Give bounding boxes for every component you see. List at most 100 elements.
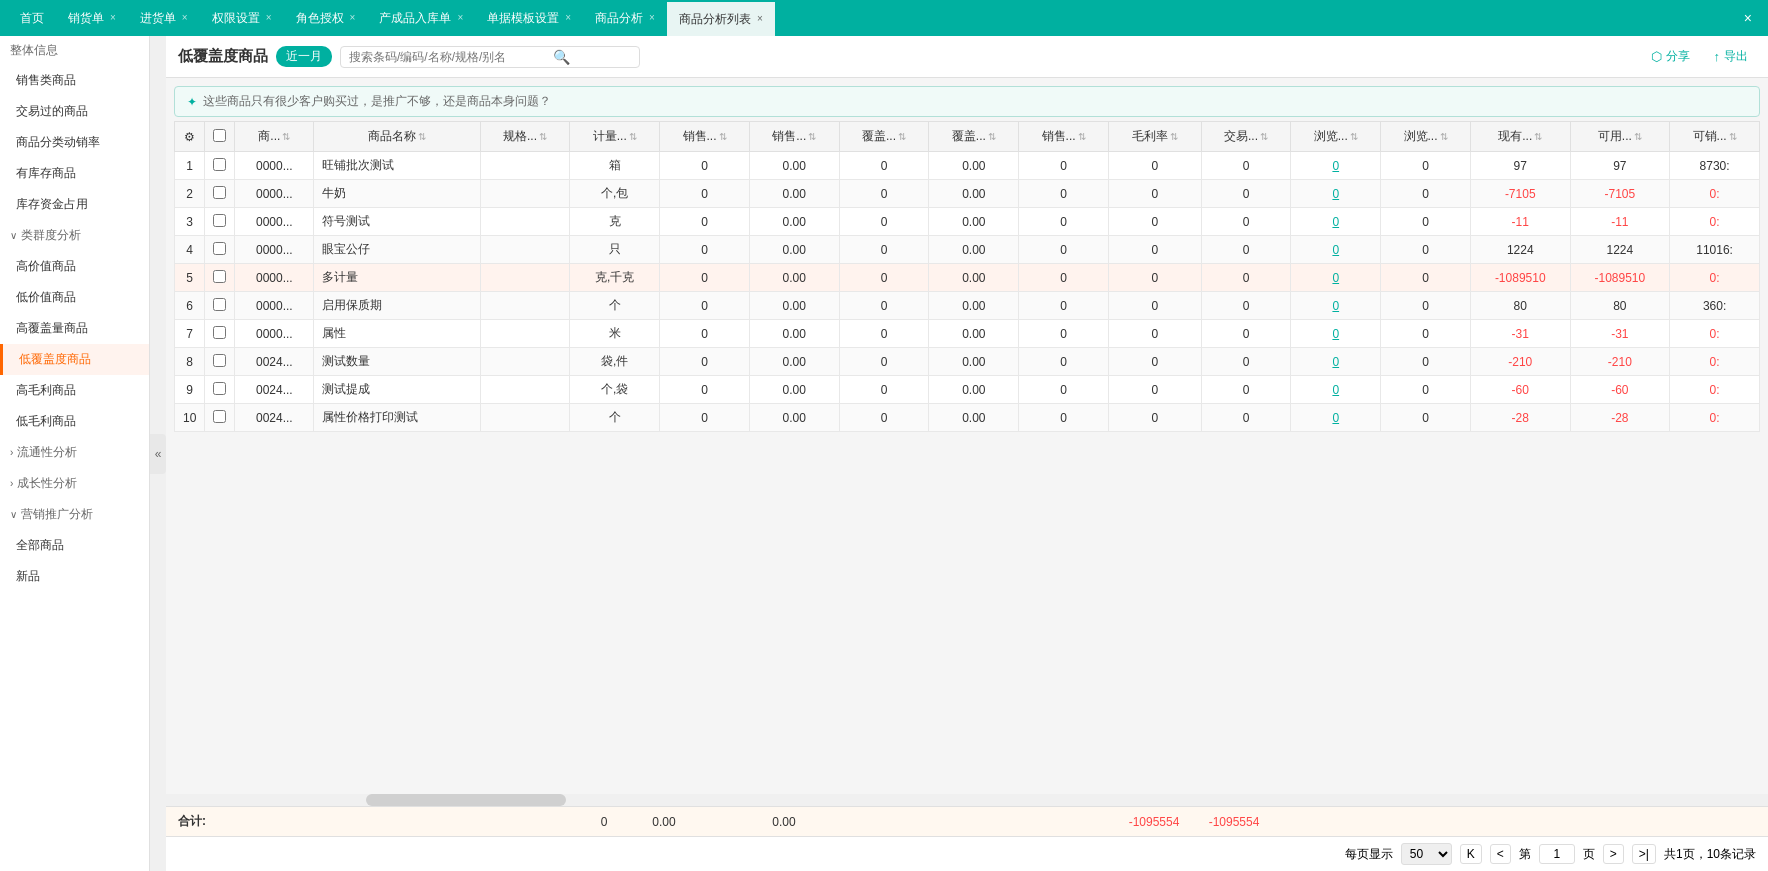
next-page-btn[interactable]: > — [1603, 844, 1624, 864]
nav-permission[interactable]: 权限设置 × — [200, 0, 284, 36]
nav-role-auth[interactable]: 角色授权 × — [284, 0, 368, 36]
row-saleable: 0: — [1670, 320, 1760, 348]
time-filter-btn[interactable]: 近一月 — [276, 46, 332, 67]
page-size-select[interactable]: 50 100 200 — [1401, 843, 1452, 865]
row-checkbox[interactable] — [205, 404, 235, 432]
row-unit: 袋,件 — [570, 348, 660, 376]
col-browse1: 浏览...⇅ — [1291, 122, 1381, 152]
sidebar-item-high-coverage[interactable]: 高覆盖量商品 — [0, 313, 149, 344]
select-all-checkbox[interactable] — [213, 129, 226, 142]
row-code: 0000... — [235, 320, 314, 348]
sidebar-section-overall[interactable]: 整体信息 — [0, 36, 149, 65]
sidebar-collapse-btn[interactable]: « — [150, 434, 166, 474]
sidebar-item-in-stock[interactable]: 有库存商品 — [0, 158, 149, 189]
sidebar-item-new-goods[interactable]: 新品 — [0, 561, 149, 592]
sidebar-item-sales-goods[interactable]: 销售类商品 — [0, 65, 149, 96]
nav-close-analysis[interactable]: × — [649, 0, 655, 36]
row-sales1: 0 — [660, 152, 750, 180]
sidebar-item-high-value[interactable]: 高价值商品 — [0, 251, 149, 282]
nav-purchase-order[interactable]: 进货单 × — [128, 0, 200, 36]
row-name[interactable]: 多计量 — [314, 264, 480, 292]
sidebar-item-high-profit[interactable]: 高毛利商品 — [0, 375, 149, 406]
row-checkbox[interactable] — [205, 180, 235, 208]
col-gross-margin: 毛利率⇅ — [1108, 122, 1201, 152]
sidebar-item-traded-goods[interactable]: 交易过的商品 — [0, 96, 149, 127]
row-checkbox[interactable] — [205, 236, 235, 264]
sidebar-item-low-coverage[interactable]: 低覆盖度商品 — [0, 344, 149, 375]
nav-close-template[interactable]: × — [565, 0, 571, 36]
export-button[interactable]: ↑ 导出 — [1706, 44, 1757, 69]
row-name[interactable]: 属性 — [314, 320, 480, 348]
row-browse1[interactable]: 0 — [1291, 152, 1381, 180]
row-checkbox[interactable] — [205, 208, 235, 236]
first-page-btn[interactable]: K — [1460, 844, 1482, 864]
row-checkbox[interactable] — [205, 320, 235, 348]
nav-home[interactable]: 首页 — [8, 0, 56, 36]
row-saleable: 0: — [1670, 404, 1760, 432]
row-sales3: 0 — [1019, 376, 1109, 404]
row-no: 2 — [175, 180, 205, 208]
nav-template-settings[interactable]: 单据模板设置 × — [475, 0, 583, 36]
table-container[interactable]: ⚙ 商...⇅ 商品名称⇅ 规格...⇅ 计量...⇅ 销售...⇅ 销售...… — [166, 121, 1768, 794]
row-transaction: 0 — [1201, 404, 1291, 432]
row-browse1[interactable]: 0 — [1291, 180, 1381, 208]
page-label-before: 第 — [1519, 846, 1531, 863]
page-number-input[interactable] — [1539, 844, 1575, 864]
row-browse1[interactable]: 0 — [1291, 264, 1381, 292]
nav-close-sales[interactable]: × — [110, 0, 116, 36]
sidebar-section-group-analysis[interactable]: ∨ 类群度分析 — [0, 220, 149, 251]
col-settings[interactable]: ⚙ — [175, 122, 205, 152]
row-checkbox[interactable] — [205, 348, 235, 376]
share-button[interactable]: ⬡ 分享 — [1643, 44, 1698, 69]
nav-close-role[interactable]: × — [350, 0, 356, 36]
row-current: -11 — [1470, 208, 1570, 236]
prev-page-btn[interactable]: < — [1490, 844, 1511, 864]
row-name[interactable]: 符号测试 — [314, 208, 480, 236]
row-name[interactable]: 旺铺批次测试 — [314, 152, 480, 180]
sidebar-item-all-goods[interactable]: 全部商品 — [0, 530, 149, 561]
nav-close-purchase[interactable]: × — [182, 0, 188, 36]
nav-sales-order[interactable]: 销货单 × — [56, 0, 128, 36]
sidebar-item-category-rate[interactable]: 商品分类动销率 — [0, 127, 149, 158]
sidebar-item-low-profit[interactable]: 低毛利商品 — [0, 406, 149, 437]
search-icon[interactable]: 🔍 — [553, 49, 570, 65]
sidebar-section-marketing[interactable]: ∨ 营销推广分析 — [0, 499, 149, 530]
row-browse1[interactable]: 0 — [1291, 236, 1381, 264]
row-browse1[interactable]: 0 — [1291, 348, 1381, 376]
row-name[interactable]: 眼宝公仔 — [314, 236, 480, 264]
col-checkbox-header[interactable] — [205, 122, 235, 152]
row-checkbox[interactable] — [205, 376, 235, 404]
data-table: ⚙ 商...⇅ 商品名称⇅ 规格...⇅ 计量...⇅ 销售...⇅ 销售...… — [174, 121, 1760, 432]
nav-close-analysis-list[interactable]: × — [757, 1, 763, 37]
sidebar-section-flow[interactable]: › 流通性分析 — [0, 437, 149, 468]
row-name[interactable]: 测试数量 — [314, 348, 480, 376]
search-input[interactable] — [349, 50, 549, 64]
row-transaction: 0 — [1201, 376, 1291, 404]
sidebar-section-growth[interactable]: › 成长性分析 — [0, 468, 149, 499]
row-name[interactable]: 牛奶 — [314, 180, 480, 208]
row-sales1: 0 — [660, 348, 750, 376]
row-name[interactable]: 启用保质期 — [314, 292, 480, 320]
nav-analysis-list[interactable]: 商品分析列表 × — [667, 0, 775, 36]
row-browse1[interactable]: 0 — [1291, 404, 1381, 432]
nav-product-analysis[interactable]: 商品分析 × — [583, 0, 667, 36]
row-sales3: 0 — [1019, 152, 1109, 180]
row-checkbox[interactable] — [205, 264, 235, 292]
row-name[interactable]: 测试提成 — [314, 376, 480, 404]
sidebar-item-low-value[interactable]: 低价值商品 — [0, 282, 149, 313]
col-available: 可用...⇅ — [1570, 122, 1670, 152]
scrollbar-horizontal[interactable] — [166, 794, 1768, 806]
nav-product-inbound[interactable]: 产成品入库单 × — [367, 0, 475, 36]
row-browse1[interactable]: 0 — [1291, 376, 1381, 404]
nav-close-product[interactable]: × — [457, 0, 463, 36]
nav-close-all[interactable]: × — [1736, 10, 1760, 26]
nav-close-permission[interactable]: × — [266, 0, 272, 36]
last-page-btn[interactable]: >| — [1632, 844, 1656, 864]
row-name[interactable]: 属性价格打印测试 — [314, 404, 480, 432]
sidebar-item-stock-capital[interactable]: 库存资金占用 — [0, 189, 149, 220]
row-checkbox[interactable] — [205, 152, 235, 180]
row-browse1[interactable]: 0 — [1291, 320, 1381, 348]
row-browse1[interactable]: 0 — [1291, 292, 1381, 320]
row-browse1[interactable]: 0 — [1291, 208, 1381, 236]
row-checkbox[interactable] — [205, 292, 235, 320]
